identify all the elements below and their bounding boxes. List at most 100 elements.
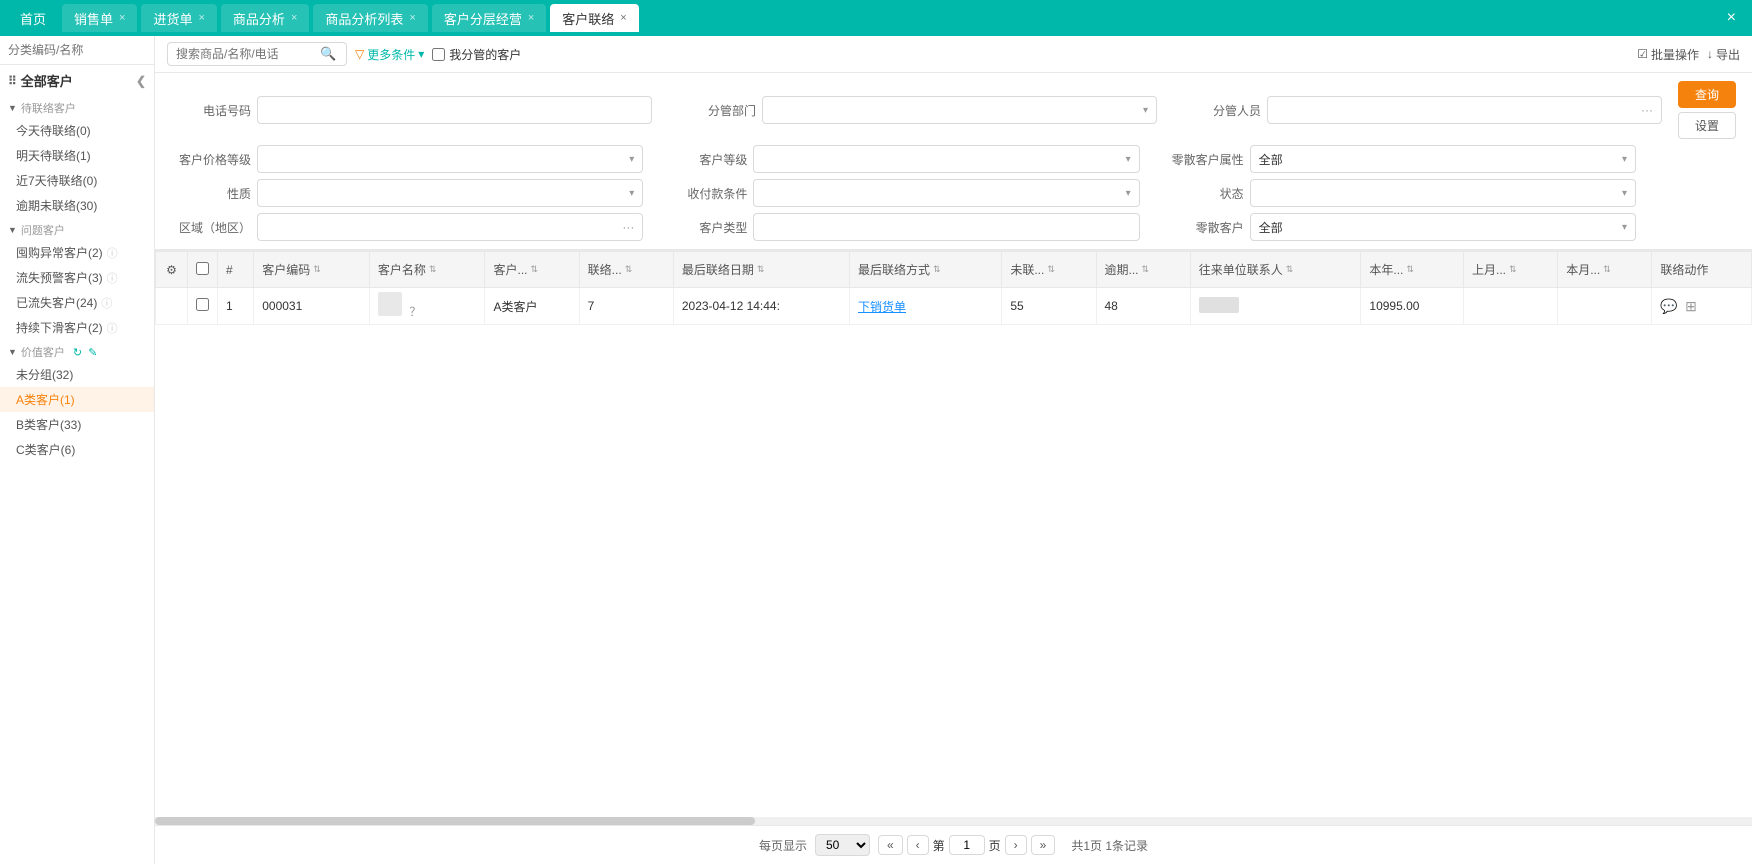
sidebar-collapse-btn[interactable]: ❮ [136,74,146,88]
sort-type-icon[interactable]: ⇅ [531,264,539,275]
row-this-year: 10995.00 [1361,288,1464,325]
th-last-method[interactable]: 最后联络方式⇅ [849,252,1001,288]
refresh-icon[interactable]: ↻ [73,346,82,359]
th-no-contact[interactable]: 未联...⇅ [1002,252,1096,288]
sidebar-item-overdue[interactable]: 逾期未联络(30) [0,193,154,218]
sort-thismonth-icon[interactable]: ⇅ [1603,264,1611,275]
row-checkbox[interactable] [196,298,209,311]
next-page-btn[interactable]: › [1005,835,1027,855]
filter-more-btn[interactable]: ▽ 更多条件 ▾ [355,46,424,63]
input-region[interactable]: ··· [257,213,643,241]
label-phone: 电话号码 [171,102,251,119]
input-scatter[interactable]: 全部▾ [1250,213,1636,241]
row-last-method[interactable]: 下销货单 [849,288,1001,325]
close-tab-customer-tier[interactable]: × [528,12,534,24]
export-button[interactable]: ↓ 导出 [1707,46,1740,63]
sidebar-item-class-c[interactable]: C类客户(6) [0,437,154,462]
my-customers-checkbox[interactable]: 我分管的客户 [432,46,521,63]
th-overdue[interactable]: 逾期...⇅ [1096,252,1190,288]
nav-tab-sales[interactable]: 销售单 × [62,4,137,32]
th-contact-count[interactable]: 联络...⇅ [579,252,673,288]
grid-action-icon[interactable]: ⊞ [1685,298,1697,314]
chat-icon[interactable]: 💬 [1660,298,1677,314]
sort-date-icon[interactable]: ⇅ [757,264,765,275]
close-tab-customer-contact[interactable]: × [620,12,626,24]
nav-tab-customer-tier[interactable]: 客户分层经营 × [432,4,546,32]
sidebar-item-class-a[interactable]: A类客户(1) [0,387,154,412]
th-this-month[interactable]: 本月...⇅ [1558,252,1652,288]
close-tab-purchase[interactable]: × [198,12,204,24]
input-scatter-attr[interactable]: 全部▾ [1250,145,1636,173]
th-code[interactable]: 客户编码⇅ [254,252,370,288]
sort-name-icon[interactable]: ⇅ [429,264,437,275]
input-price-tier[interactable]: ▾ [257,145,643,173]
close-all-button[interactable]: × [1719,9,1744,27]
sort-nocontact-icon[interactable]: ⇅ [1047,264,1055,275]
input-dept[interactable]: ▾ [762,96,1157,124]
last-page-btn[interactable]: » [1031,835,1056,855]
last-method-link[interactable]: 下销货单 [858,300,906,314]
field-payment: 收付款条件 ▾ [667,179,1139,207]
scrollbar-thumb[interactable] [155,817,755,825]
th-gear[interactable]: ⚙ [156,252,188,288]
sort-method-icon[interactable]: ⇅ [933,264,941,275]
page-size-select[interactable]: 50 100 200 [815,834,870,856]
sidebar-group-problem[interactable]: ▼ 问题客户 [0,218,154,240]
sidebar-item-7days[interactable]: 近7天待联络(0) [0,168,154,193]
sidebar-group-pending[interactable]: ▼ 待联络客户 [0,96,154,118]
th-name[interactable]: 客户名称⇅ [369,252,485,288]
nav-tab-analysis-list[interactable]: 商品分析列表 × [313,4,427,32]
nav-home[interactable]: 首页 [8,9,58,28]
horizontal-scrollbar[interactable] [155,817,1752,825]
th-unit-contact[interactable]: 往来单位联系人⇅ [1190,252,1361,288]
th-check[interactable] [188,252,218,288]
sidebar-item-class-b[interactable]: B类客户(33) [0,412,154,437]
sort-contact-icon[interactable]: ⇅ [625,264,633,275]
sidebar-item-tomorrow[interactable]: 明天待联络(1) [0,143,154,168]
sidebar-search-input[interactable] [8,43,155,57]
nav-tab-customer-contact[interactable]: 客户联络 × [550,4,638,32]
nav-tab-purchase[interactable]: 进货单 × [141,4,216,32]
sidebar-item-warning[interactable]: 流失预警客户(3) ⓘ [0,265,154,290]
sort-lastmonth-icon[interactable]: ⇅ [1509,264,1517,275]
sidebar-group-value[interactable]: ▼ 价值客户 ↻ ✎ [0,340,154,362]
filter-search-input[interactable] [176,47,316,61]
input-customer-tier[interactable]: ▾ [753,145,1139,173]
close-tab-analysis[interactable]: × [291,12,297,24]
filter-search-icon[interactable]: 🔍 [320,46,336,62]
sort-overdue-icon[interactable]: ⇅ [1142,264,1150,275]
close-tab-analysis-list[interactable]: × [409,12,415,24]
th-type[interactable]: 客户...⇅ [485,252,579,288]
sort-code-icon[interactable]: ⇅ [313,264,321,275]
sidebar-item-declining[interactable]: 持续下滑客户(2) ⓘ [0,315,154,340]
sidebar-item-abnormal[interactable]: 囤购异常客户(2) ⓘ [0,240,154,265]
row-check[interactable] [188,288,218,325]
query-button[interactable]: 查询 [1678,81,1736,108]
input-phone[interactable] [257,96,652,124]
prev-page-btn[interactable]: ‹ [907,835,929,855]
input-nature[interactable]: ▾ [257,179,643,207]
input-payment[interactable]: ▾ [753,179,1139,207]
sort-year-icon[interactable]: ⇅ [1406,264,1414,275]
sort-unit-icon[interactable]: ⇅ [1286,264,1294,275]
sidebar-item-today[interactable]: 今天待联络(0) [0,118,154,143]
edit-icon[interactable]: ✎ [88,346,97,359]
input-person[interactable]: ··· [1267,96,1662,124]
th-last-month[interactable]: 上月...⇅ [1464,252,1558,288]
input-customer-type[interactable] [753,213,1139,241]
bulk-op-button[interactable]: ☑ 批量操作 [1637,46,1699,63]
close-tab-sales[interactable]: × [119,12,125,24]
th-last-date[interactable]: 最后联络日期⇅ [673,252,849,288]
my-customers-check[interactable] [432,48,445,61]
nav-tab-analysis[interactable]: 商品分析 × [221,4,309,32]
first-page-btn[interactable]: « [878,835,903,855]
settings-button[interactable]: 设置 [1678,112,1736,139]
sidebar-all-customers[interactable]: ⠿ 全部客户 ❮ [0,65,154,96]
select-all-checkbox[interactable] [196,262,209,275]
th-this-year[interactable]: 本年...⇅ [1361,252,1464,288]
field-nature: 性质 ▾ [171,179,643,207]
sidebar-item-ungroup[interactable]: 未分组(32) [0,362,154,387]
input-status[interactable]: ▾ [1250,179,1636,207]
page-number-input[interactable] [949,835,985,855]
sidebar-item-lost[interactable]: 已流失客户(24) ⓘ [0,290,154,315]
